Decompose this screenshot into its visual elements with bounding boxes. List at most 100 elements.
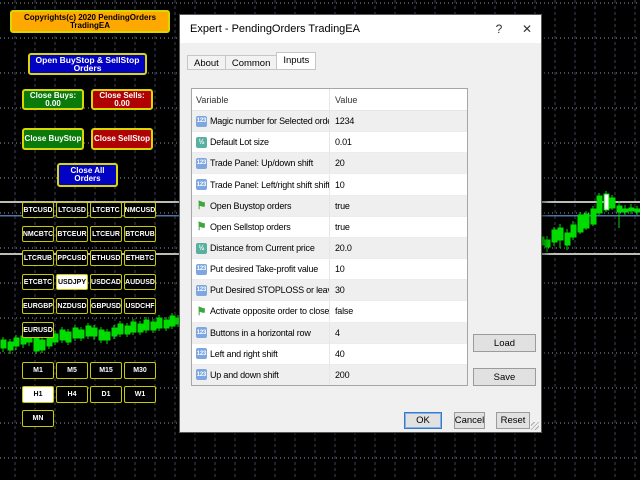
integer-type-icon: 123 [196,157,207,169]
timeframe-button-h4[interactable]: H4 [56,386,88,403]
symbol-button-nmcusd[interactable]: NMCUSD [124,202,156,218]
symbol-button-btcusd[interactable]: BTCUSD [22,202,54,218]
param-name: Open Buystop orders [210,200,292,211]
param-name: Up and down shift [210,369,279,380]
copyright-banner: Copyrights(c) 2020 PendingOrders Trading… [10,10,170,33]
symbol-button-ethusd[interactable]: ETHUSD [90,250,122,266]
param-value[interactable]: false [330,306,467,316]
column-header-value: Value [335,94,358,105]
param-row[interactable]: 123 Left and right shift 40 [192,343,467,365]
timeframe-button-m1[interactable]: M1 [22,362,54,379]
param-value[interactable]: 200 [330,370,467,380]
param-name: Trade Panel: Left/right shift shift [210,179,330,190]
dialog-titlebar[interactable]: Expert - PendingOrders TradingEA ? ✕ [180,15,541,43]
param-name: Put Desired STOPLOSS or leave as '0' [210,285,329,296]
symbol-button-grid: BTCUSD LTCUSD LTCBTC NMCUSD NMCBTC BTCEUR LTCE… [22,202,156,338]
symbol-button-audusd[interactable]: AUDUSD [124,274,156,290]
param-value[interactable]: 20.0 [330,243,467,253]
param-value[interactable]: 4 [330,328,467,338]
integer-type-icon: 123 [196,369,207,381]
param-value[interactable]: 10 [330,264,467,274]
symbol-button-nmcbtc[interactable]: NMCBTC [22,226,54,242]
close-buystop-button[interactable]: Close BuyStop [22,128,84,150]
param-value[interactable]: 1234 [330,116,467,126]
tab-about[interactable]: About [187,55,225,70]
cancel-button[interactable]: Cancel [454,412,485,429]
param-value[interactable]: true [330,222,467,232]
expert-settings-dialog: Expert - PendingOrders TradingEA ? ✕ Abo… [179,14,542,433]
symbol-button-ltcbtc[interactable]: LTCBTC [90,202,122,218]
integer-type-icon: 123 [196,327,207,339]
param-value[interactable]: 30 [330,285,467,295]
symbol-button-ppcusd[interactable]: PPCUSD [56,250,88,266]
flag-type-icon: ⚑ [196,221,207,234]
double-type-icon: ½ [196,242,207,254]
close-icon[interactable]: ✕ [513,15,541,43]
param-name: Activate opposite order to closeby upon … [210,306,330,317]
symbol-button-btcrub[interactable]: BTCRUB [124,226,156,242]
symbol-button-etcbtc[interactable]: ETCBTC [22,274,54,290]
double-type-icon: ½ [196,136,207,148]
timeframe-button-m15[interactable]: M15 [90,362,122,379]
param-row[interactable]: ⚑ Open Buystop orders true [192,195,467,217]
timeframe-button-mn[interactable]: MN [22,410,54,427]
ok-button[interactable]: OK [404,412,442,429]
load-button[interactable]: Load [473,334,536,352]
symbol-button-ethbtc[interactable]: ETHBTC [124,250,156,266]
param-value[interactable]: 0.01 [330,137,467,147]
tab-common[interactable]: Common [224,55,277,70]
timeframe-button-w1[interactable]: W1 [124,386,156,403]
param-row[interactable]: 123Put Desired STOPLOSS or leave as '0'3… [192,280,467,302]
param-row[interactable]: 123 Buttons in a horizontal row 4 [192,322,467,344]
symbol-button-eurusd[interactable]: EURUSD [22,322,54,338]
integer-type-icon: 123 [196,284,207,296]
param-row[interactable]: ½ Default Lot size 0.01 [192,132,467,154]
symbol-button-ltcrub[interactable]: LTCRUB [22,250,54,266]
close-buys-button[interactable]: Close Buys: 0.00 [22,89,84,110]
param-value[interactable]: true [330,201,467,211]
column-header-variable: Variable [192,89,330,110]
symbol-button-usdcad[interactable]: USDCAD [90,274,122,290]
param-value[interactable]: 20 [330,158,467,168]
timeframe-button-h1[interactable]: H1 [22,386,54,403]
param-value[interactable]: 10 [330,180,467,190]
param-row[interactable]: 123 Up and down shift 200 [192,364,467,386]
param-row[interactable]: 123 Trade Panel: Up/down shift 20 [192,153,467,175]
integer-type-icon: 123 [196,348,207,360]
tab-inputs[interactable]: Inputs [276,52,317,70]
symbol-button-usdchf[interactable]: USDCHF [124,298,156,314]
symbol-button-eurgbp[interactable]: EURGBP [22,298,54,314]
resize-grip[interactable] [531,422,539,430]
param-row[interactable]: ⚑ Open Sellstop orders true [192,216,467,238]
timeframe-button-m5[interactable]: M5 [56,362,88,379]
inputs-table: Variable Value 123 Magic number for Selec… [191,88,468,386]
symbol-button-usdjpy[interactable]: USDJPY [56,274,88,290]
symbol-button-btceur[interactable]: BTCEUR [56,226,88,242]
timeframe-button-d1[interactable]: D1 [90,386,122,403]
symbol-button-gbpusd[interactable]: GBPUSD [90,298,122,314]
param-name: Trade Panel: Up/down shift [210,158,314,169]
timeframe-button-m30[interactable]: M30 [124,362,156,379]
metatrader-chart-window: Copyrights(c) 2020 PendingOrders Trading… [0,0,640,480]
reset-button[interactable]: Reset [496,412,530,429]
param-name: Put desired Take-profit value [210,264,319,275]
close-sellstop-button[interactable]: Close SellStop [91,128,153,150]
param-row[interactable]: ⚑Activate opposite order to closeby upon… [192,301,467,323]
close-sells-button[interactable]: Close Sells: 0.00 [91,89,153,110]
param-name: Left and right shift [210,348,278,359]
save-button[interactable]: Save [473,368,536,386]
help-icon[interactable]: ? [485,15,513,43]
flag-type-icon: ⚑ [196,305,207,318]
param-row[interactable]: 123Magic number for Selected orders,0 fo… [192,111,467,133]
param-row[interactable]: ½ Distance from Current price 20.0 [192,237,467,260]
symbol-button-ltcusd[interactable]: LTCUSD [56,202,88,218]
close-all-orders-button[interactable]: Close All Orders [57,163,118,187]
param-row[interactable]: 123 Trade Panel: Left/right shift shift 10 [192,174,467,196]
symbol-button-nzdusd[interactable]: NZDUSD [56,298,88,314]
param-value[interactable]: 40 [330,349,467,359]
symbol-button-ltceur[interactable]: LTCEUR [90,226,122,242]
param-name: Distance from Current price [210,243,315,254]
open-buystop-sellstop-button[interactable]: Open BuyStop & SellStop Orders [28,53,147,75]
param-row[interactable]: 123 Put desired Take-profit value 10 [192,259,467,281]
param-name: Buttons in a horizontal row [210,327,311,338]
